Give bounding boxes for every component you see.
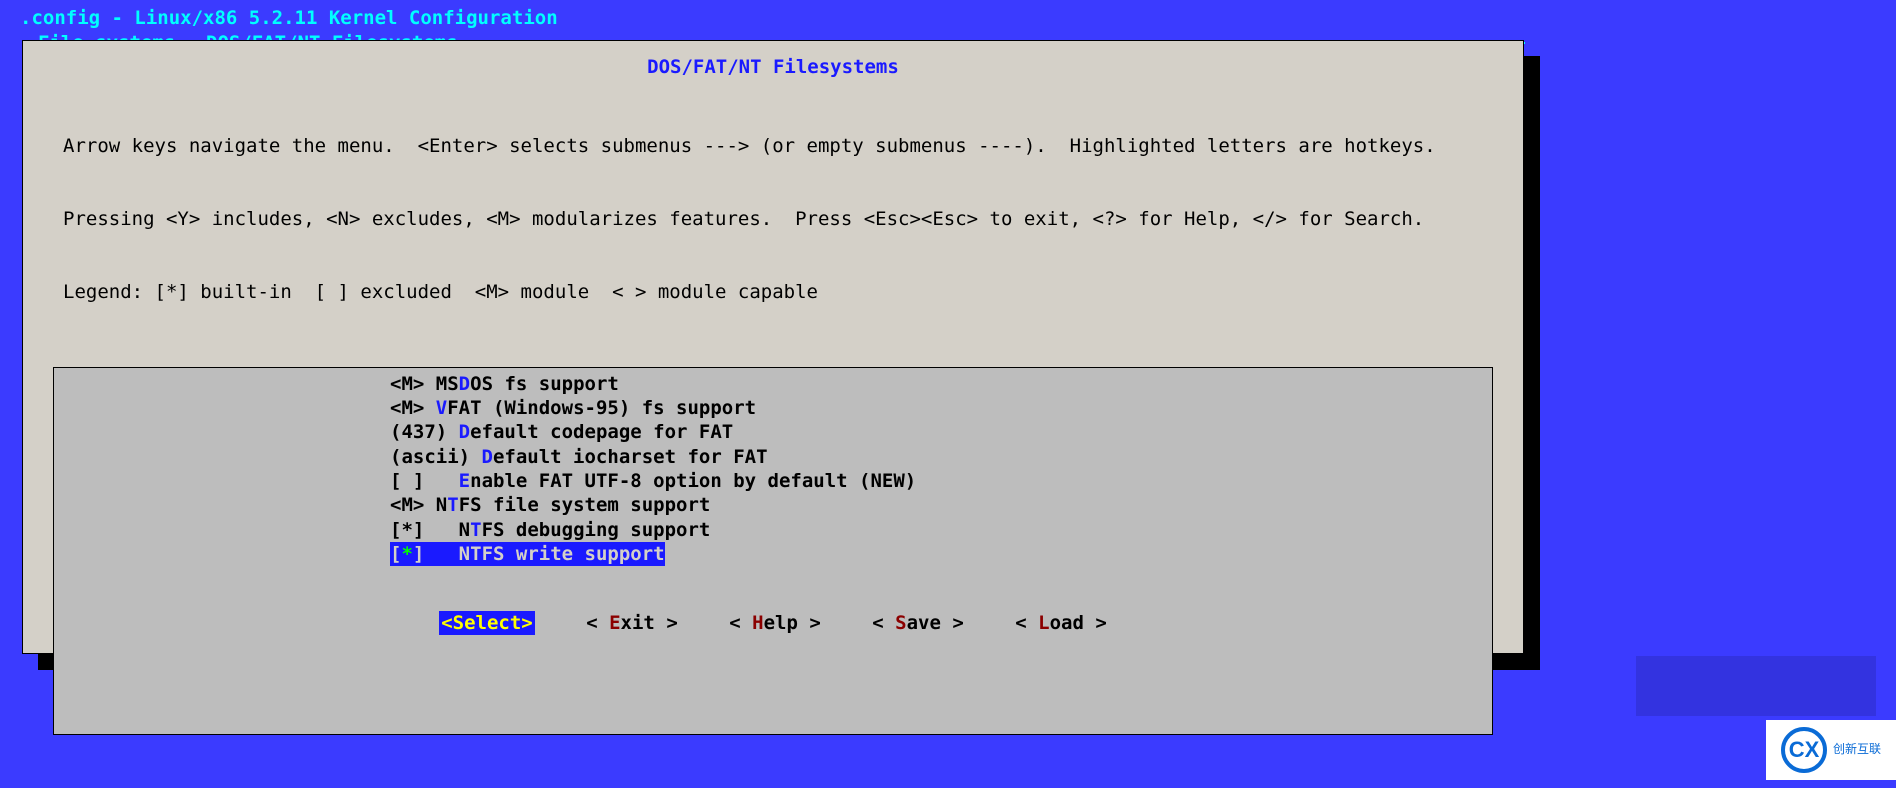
option-codepage[interactable]: (437) Default codepage for FAT: [54, 420, 1492, 444]
option-ntfs-write[interactable]: [*] NTFS write support: [390, 542, 665, 566]
option-ntfs[interactable]: <M> NTFS file system support: [54, 493, 1492, 517]
option-msdos[interactable]: <M> MSDOS fs support: [54, 372, 1492, 396]
dialog-title: DOS/FAT/NT Filesystems: [23, 41, 1523, 79]
option-vfat[interactable]: <M> VFAT (Windows-95) fs support: [54, 396, 1492, 420]
help-line: Arrow keys navigate the menu. <Enter> se…: [63, 134, 1483, 158]
help-button[interactable]: < Help >: [729, 611, 821, 635]
help-line: Legend: [*] built-in [ ] excluded <M> mo…: [63, 280, 1483, 304]
watermark-logo-icon: CX: [1781, 727, 1827, 773]
option-pane: <M> MSDOS fs support <M> VFAT (Windows-9…: [53, 367, 1493, 735]
option-ntfs-debug[interactable]: [*] NTFS debugging support: [54, 518, 1492, 542]
option-fat-utf8[interactable]: [ ] Enable FAT UTF-8 option by default (…: [54, 469, 1492, 493]
menuconfig-dialog: DOS/FAT/NT Filesystems Arrow keys naviga…: [22, 40, 1524, 654]
watermark: CX 创新互联: [1766, 720, 1896, 780]
save-button[interactable]: < Save >: [872, 611, 964, 635]
watermark-text: 创新互联: [1833, 742, 1881, 757]
help-line: Pressing <Y> includes, <N> excludes, <M>…: [63, 207, 1483, 231]
option-iocharset[interactable]: (ascii) Default iocharset for FAT: [54, 445, 1492, 469]
select-button[interactable]: <Select>: [439, 611, 535, 635]
config-title: .config - Linux/x86 5.2.11 Kernel Config…: [20, 6, 558, 30]
load-button[interactable]: < Load >: [1015, 611, 1107, 635]
button-bar: <Select> < Exit > < Help > < Save > < Lo…: [23, 611, 1523, 635]
help-text: Arrow keys navigate the menu. <Enter> se…: [23, 79, 1523, 366]
exit-button[interactable]: < Exit >: [586, 611, 678, 635]
background-toolbar-ghost: [1636, 656, 1876, 716]
